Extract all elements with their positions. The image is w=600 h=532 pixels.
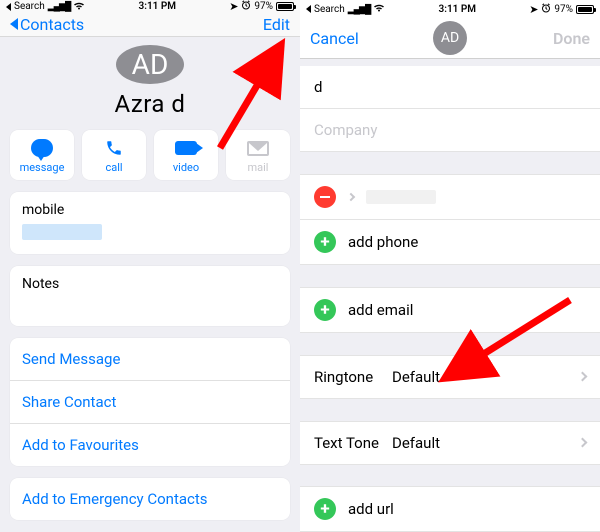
status-back-label: Search: [14, 1, 45, 12]
message-label: message: [20, 161, 65, 174]
avatar-small[interactable]: AD: [433, 21, 467, 55]
texttone-value: Default: [392, 434, 440, 452]
contact-view-screen: Search ▂▄▆█ 3:11 PM ➤ 97% Contacts Edit …: [0, 0, 300, 532]
mail-label: mail: [248, 161, 269, 174]
texttone-label: Text Tone: [314, 434, 392, 452]
message-icon: [31, 139, 53, 157]
back-triangle-icon: [306, 5, 311, 13]
add-phone-label: add phone: [348, 233, 418, 251]
chevron-right-icon: [578, 438, 588, 448]
add-emergency-link[interactable]: Add to Emergency Contacts: [10, 478, 290, 520]
share-contact-link[interactable]: Share Contact: [10, 380, 290, 423]
cancel-button[interactable]: Cancel: [310, 29, 359, 48]
add-icon: +: [314, 299, 336, 321]
alarm-icon: [241, 0, 251, 13]
chevron-left-icon: [10, 18, 18, 30]
add-email-row[interactable]: + add email: [300, 287, 600, 333]
add-url-label: add url: [348, 500, 394, 518]
chevron-right-icon: [578, 372, 588, 382]
links-card: Send Message Share Contact Add to Favour…: [10, 338, 290, 466]
ringtone-row[interactable]: Ringtone Default: [300, 355, 600, 399]
add-icon: +: [314, 231, 336, 253]
ringtone-label: Ringtone: [314, 368, 392, 386]
phone-icon: [105, 138, 123, 158]
battery-icon: [276, 2, 294, 11]
notes-card[interactable]: Notes: [10, 266, 290, 326]
company-field[interactable]: Company: [300, 109, 600, 152]
battery-text: 97%: [554, 4, 573, 15]
status-time: 3:11 PM: [139, 1, 177, 12]
remove-icon[interactable]: [314, 186, 336, 208]
wifi-icon: [373, 3, 385, 15]
nav-bar-edit: Cancel AD Done: [300, 18, 600, 58]
alarm-icon: [541, 3, 551, 16]
video-tile[interactable]: video: [154, 130, 218, 180]
message-tile[interactable]: message: [10, 130, 74, 180]
signal-icon: ▂▄▆█: [48, 1, 71, 12]
add-phone-row[interactable]: + add phone: [300, 219, 600, 265]
location-icon: ➤: [229, 0, 238, 13]
mail-tile: mail: [226, 130, 290, 180]
contact-name: Azra d: [0, 90, 300, 118]
status-bar: Search ▂▄▆█ 3:11 PM ➤ 97%: [0, 0, 300, 13]
existing-phone-row[interactable]: [300, 174, 600, 220]
notes-label: Notes: [22, 276, 278, 292]
nav-bar: Contacts Edit: [0, 13, 300, 37]
add-email-label: add email: [348, 301, 413, 319]
signal-icon: ▂▄▆█: [348, 4, 371, 15]
chevron-right-icon: [347, 192, 355, 200]
back-label: Contacts: [20, 15, 84, 34]
last-name-field[interactable]: d: [300, 66, 600, 109]
edit-button[interactable]: Edit: [263, 15, 290, 34]
add-url-row[interactable]: + add url: [300, 486, 600, 532]
back-triangle-icon: [6, 3, 11, 11]
ringtone-value: Default: [392, 368, 440, 386]
status-time: 3:11 PM: [439, 4, 477, 15]
video-icon: [175, 141, 197, 155]
video-label: video: [173, 161, 199, 174]
texttone-row[interactable]: Text Tone Default: [300, 421, 600, 465]
status-back-label: Search: [314, 4, 345, 15]
call-tile[interactable]: call: [82, 130, 146, 180]
add-icon: +: [314, 498, 336, 520]
action-row: message call video mail: [0, 130, 300, 180]
phone-type-label: mobile: [22, 202, 278, 218]
battery-text: 97%: [254, 1, 273, 12]
done-button: Done: [553, 29, 590, 48]
company-placeholder: Company: [314, 121, 377, 139]
avatar: AD: [116, 45, 184, 84]
add-favourites-link[interactable]: Add to Favourites: [10, 423, 290, 466]
wifi-icon: [73, 1, 85, 13]
phone-card[interactable]: mobile: [10, 192, 290, 254]
mail-icon: [247, 141, 269, 156]
back-button[interactable]: Contacts: [10, 15, 84, 34]
call-label: call: [105, 161, 122, 174]
phone-value-redacted: [366, 190, 436, 204]
status-bar: Search ▂▄▆█ 3:11 PM ➤ 97%: [300, 0, 600, 18]
phone-number-redacted: [22, 224, 102, 240]
contact-edit-screen: Search ▂▄▆█ 3:11 PM ➤ 97% Cancel AD Done: [300, 0, 600, 532]
location-icon: ➤: [529, 3, 538, 16]
send-message-link[interactable]: Send Message: [10, 338, 290, 380]
battery-icon: [576, 5, 594, 14]
emergency-card: Add to Emergency Contacts: [10, 478, 290, 520]
